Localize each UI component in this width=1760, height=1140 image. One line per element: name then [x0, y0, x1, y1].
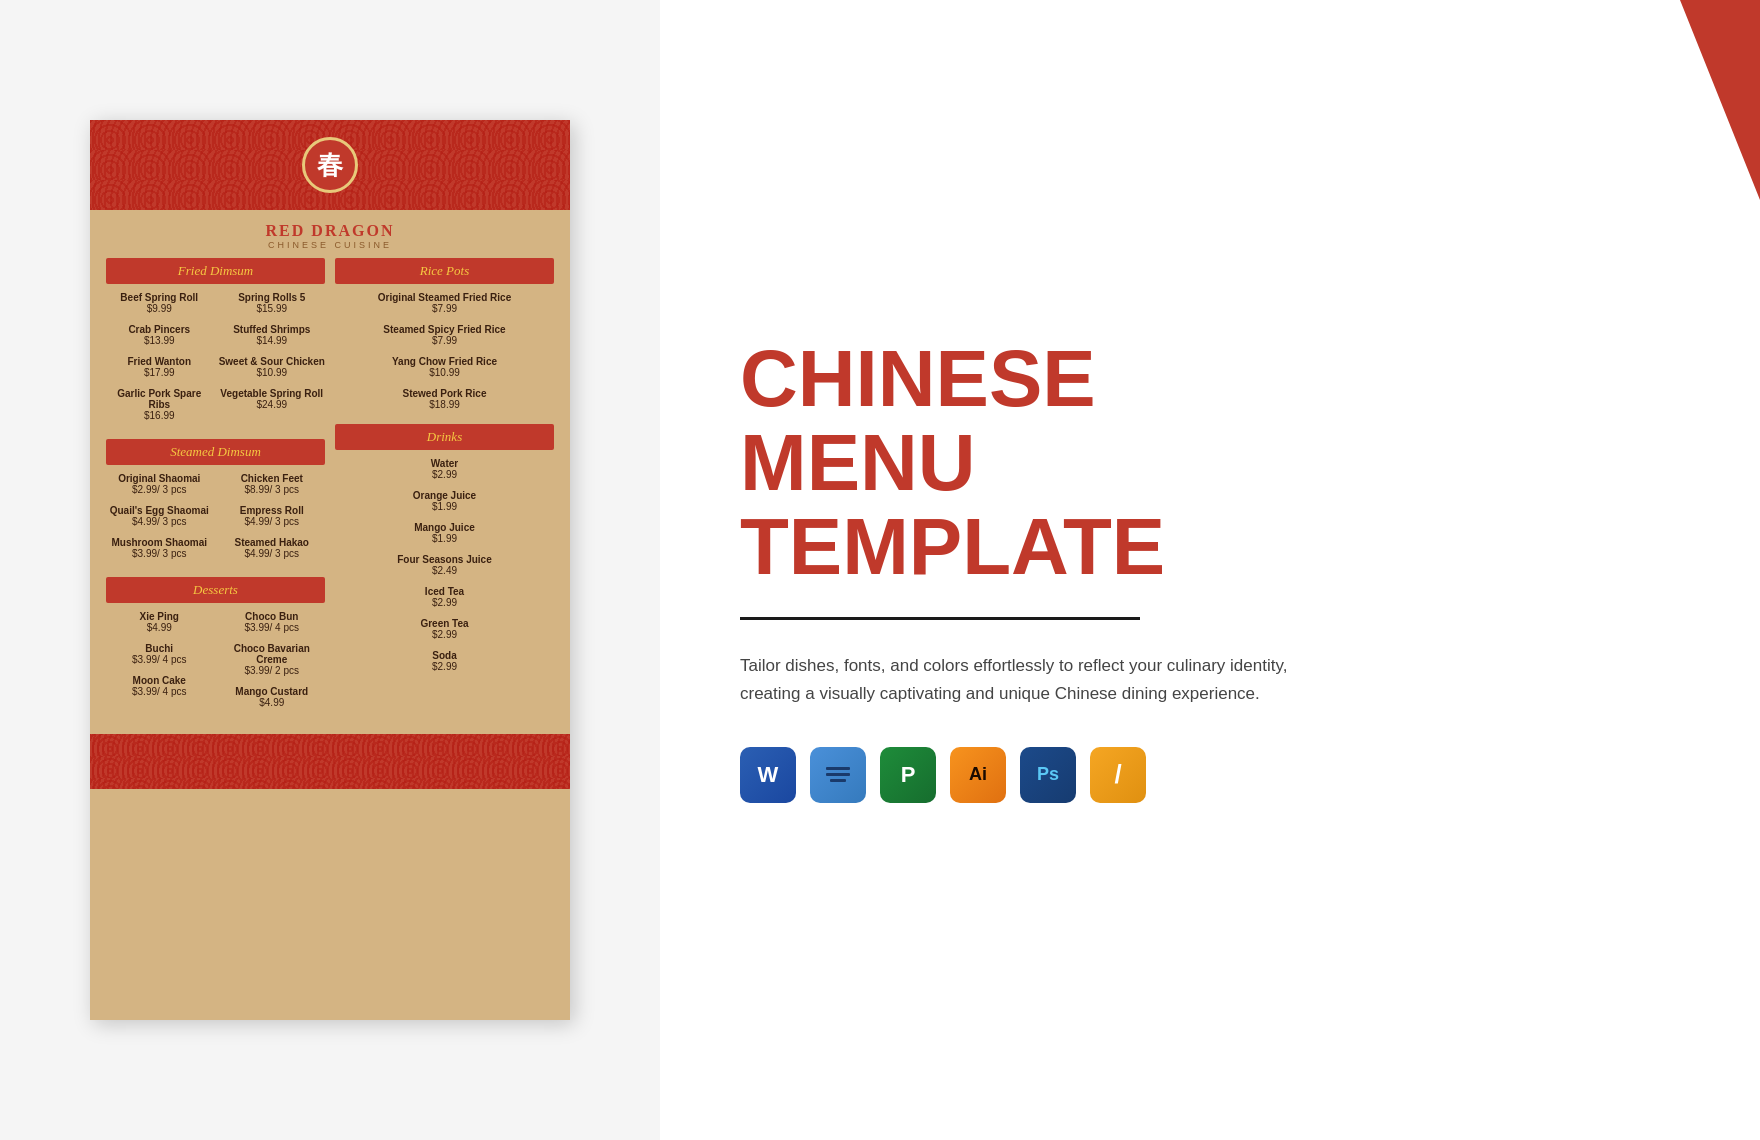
- desserts-header: Desserts: [106, 577, 325, 603]
- list-item: Original Steamed Fried Rice $7.99: [335, 292, 554, 314]
- list-item: Stuffed Shrimps $14.99: [219, 324, 326, 346]
- title-line3: TEMPLATE: [740, 505, 1680, 589]
- list-item: Orange Juice $1.99: [335, 490, 554, 512]
- publisher-icon[interactable]: P: [880, 747, 936, 803]
- list-item: Mushroom Shaomai $3.99/ 3 pcs: [106, 537, 213, 559]
- wave-pattern-bottom: [90, 734, 570, 789]
- list-item: Water $2.99: [335, 458, 554, 480]
- app-icons-row: W P Ai Ps /: [740, 747, 1680, 803]
- description-text: Tailor dishes, fonts, and colors effortl…: [740, 652, 1300, 706]
- list-item: Garlic Pork Spare Ribs $16.99: [106, 388, 213, 421]
- menu-body: Fried Dimsum Beef Spring Roll $9.99 Crab…: [90, 258, 570, 734]
- pages-icon[interactable]: /: [1090, 747, 1146, 803]
- list-item: Fried Wanton $17.99: [106, 356, 213, 378]
- fried-dimsum-header: Fried Dimsum: [106, 258, 325, 284]
- menu-footer: [90, 734, 570, 789]
- red-corner-decoration: [1680, 0, 1760, 200]
- list-item: Quail's Egg Shaomai $4.99/ 3 pcs: [106, 505, 213, 527]
- main-title: CHINESE MENU TEMPLATE: [740, 337, 1680, 589]
- menu-right-col: Rice Pots Original Steamed Fried Rice $7…: [335, 258, 554, 718]
- photoshop-icon[interactable]: Ps: [1020, 747, 1076, 803]
- menu-card: 春 RED DRAGON CHINESE CUISINE Fried Dimsu…: [90, 120, 570, 1020]
- list-item: Empress Roll $4.99/ 3 pcs: [219, 505, 326, 527]
- list-item: Four Seasons Juice $2.49: [335, 554, 554, 576]
- list-item: Xie Ping $4.99: [106, 611, 213, 633]
- list-item: Stewed Pork Rice $18.99: [335, 388, 554, 410]
- list-item: Moon Cake $3.99/ 4 pcs: [106, 675, 213, 697]
- brand-name: RED DRAGON: [90, 222, 570, 240]
- desserts-col1: Xie Ping $4.99 Buchi $3.99/ 4 pcs Moon C…: [106, 611, 213, 718]
- list-item: Crab Pincers $13.99: [106, 324, 213, 346]
- list-item: Beef Spring Roll $9.99: [106, 292, 213, 314]
- spring-emblem: 春: [302, 137, 358, 193]
- title-line1: CHINESE: [740, 337, 1680, 421]
- steamed-dimsum-header: Steamed Dimsum: [106, 439, 325, 465]
- list-item: Spring Rolls 5 $15.99: [219, 292, 326, 314]
- illustrator-icon[interactable]: Ai: [950, 747, 1006, 803]
- left-panel: 春 RED DRAGON CHINESE CUISINE Fried Dimsu…: [0, 0, 660, 1140]
- brand-subtitle: CHINESE CUISINE: [90, 240, 570, 250]
- right-panel: CHINESE MENU TEMPLATE Tailor dishes, fon…: [660, 0, 1760, 1140]
- list-item: Mango Custard $4.99: [219, 686, 326, 708]
- list-item: Original Shaomai $2.99/ 3 pcs: [106, 473, 213, 495]
- steamed-col2: Chicken Feet $8.99/ 3 pcs Empress Roll $…: [219, 473, 326, 569]
- list-item: Steamed Hakao $4.99/ 3 pcs: [219, 537, 326, 559]
- word-icon[interactable]: W: [740, 747, 796, 803]
- fried-dimsum-col2: Spring Rolls 5 $15.99 Stuffed Shrimps $1…: [219, 292, 326, 431]
- title-divider: [740, 617, 1140, 620]
- spring-character: 春: [317, 148, 343, 183]
- rice-pots-header: Rice Pots: [335, 258, 554, 284]
- list-item: Green Tea $2.99: [335, 618, 554, 640]
- drinks-header: Drinks: [335, 424, 554, 450]
- list-item: Sweet & Sour Chicken $10.99: [219, 356, 326, 378]
- list-item: Chicken Feet $8.99/ 3 pcs: [219, 473, 326, 495]
- list-item: Mango Juice $1.99: [335, 522, 554, 544]
- list-item: Steamed Spicy Fried Rice $7.99: [335, 324, 554, 346]
- list-item: Buchi $3.99/ 4 pcs: [106, 643, 213, 665]
- menu-left-col: Fried Dimsum Beef Spring Roll $9.99 Crab…: [106, 258, 325, 718]
- menu-header: 春: [90, 120, 570, 210]
- list-item: Choco Bun $3.99/ 4 pcs: [219, 611, 326, 633]
- docs-icon[interactable]: [810, 747, 866, 803]
- title-line2: MENU: [740, 421, 1680, 505]
- list-item: Soda $2.99: [335, 650, 554, 672]
- list-item: Yang Chow Fried Rice $10.99: [335, 356, 554, 378]
- desserts-col2: Choco Bun $3.99/ 4 pcs Choco Bavarian Cr…: [219, 611, 326, 718]
- brand-section: RED DRAGON CHINESE CUISINE: [90, 210, 570, 258]
- steamed-col1: Original Shaomai $2.99/ 3 pcs Quail's Eg…: [106, 473, 213, 569]
- list-item: Vegetable Spring Roll $24.99: [219, 388, 326, 410]
- fried-dimsum-col1: Beef Spring Roll $9.99 Crab Pincers $13.…: [106, 292, 213, 431]
- list-item: Choco Bavarian Creme $3.99/ 2 pcs: [219, 643, 326, 676]
- list-item: Iced Tea $2.99: [335, 586, 554, 608]
